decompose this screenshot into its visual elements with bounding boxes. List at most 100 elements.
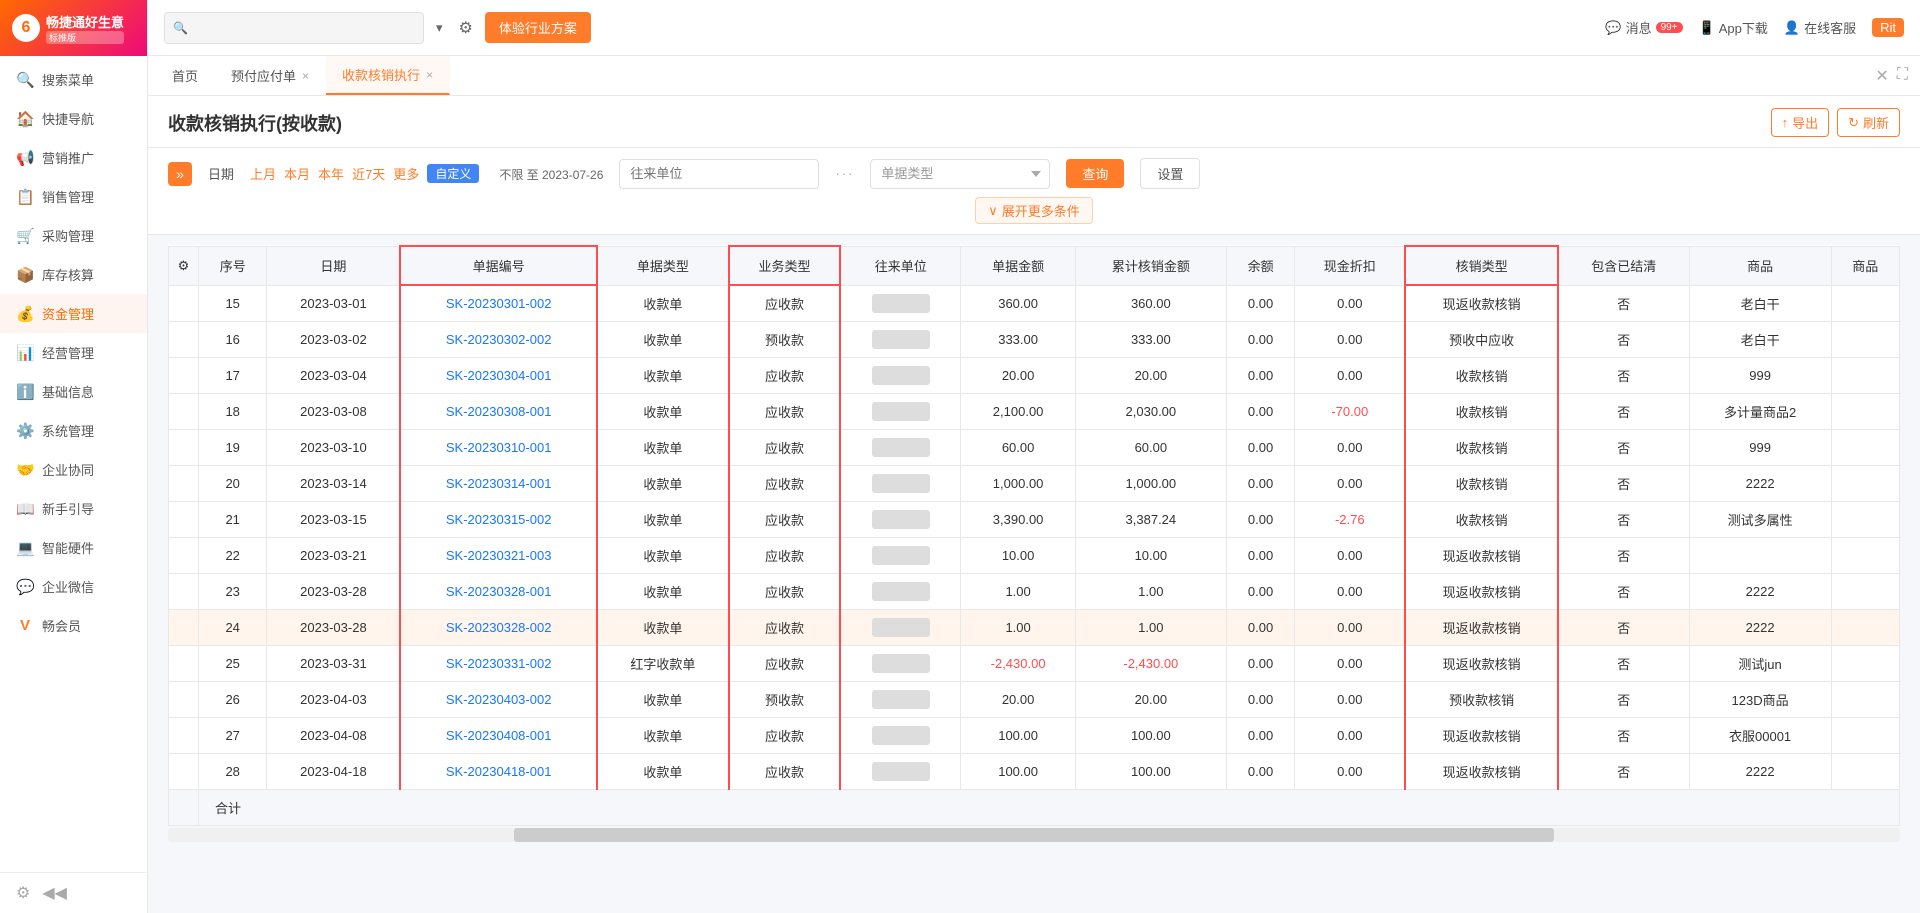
topbar-search[interactable]: 🔍 [164, 12, 424, 44]
table-row[interactable]: 21 2023-03-15 SK-20230315-002 收款单 应收款 ██… [169, 502, 1900, 538]
sidebar-item-sales[interactable]: 📋 销售管理 [0, 177, 147, 216]
expand-more-conditions-button[interactable]: ∨ 展开更多条件 [975, 197, 1093, 224]
sidebar-item-search[interactable]: 🔍 搜索菜单 [0, 60, 147, 99]
topbar-right: 💬 消息 99+ 📱 App下载 👤 在线客服 Rit [1605, 18, 1904, 37]
tab-prepay-close-icon[interactable]: × [302, 69, 309, 83]
filter-toggle-button[interactable]: » [168, 162, 192, 186]
message-icon: 💬 [1605, 20, 1621, 36]
cell-amount: 20.00 [961, 358, 1075, 394]
tab-home[interactable]: 首页 [156, 56, 215, 95]
table-row[interactable]: 20 2023-03-14 SK-20230314-001 收款单 应收款 ██… [169, 466, 1900, 502]
online-service-button[interactable]: 👤 在线客服 [1784, 18, 1856, 37]
col-biz-type: 业务类型 [729, 246, 840, 285]
table-row[interactable]: 23 2023-03-28 SK-20230328-001 收款单 应收款 ██… [169, 574, 1900, 610]
sidebar-item-inventory[interactable]: 📦 库存核算 [0, 255, 147, 294]
doc-no-link[interactable]: SK-20230314-001 [446, 476, 552, 491]
topbar-dropdown[interactable]: ▾ [436, 20, 443, 36]
industry-solution-button[interactable]: 体验行业方案 [485, 12, 591, 43]
cell-balance: 0.00 [1226, 358, 1294, 394]
query-button[interactable]: 查询 [1066, 159, 1124, 188]
col-settings[interactable]: ⚙ [169, 246, 199, 285]
doc-no-link[interactable]: SK-20230302-002 [446, 332, 552, 347]
sidebar-item-finance[interactable]: 💰 资金管理 [0, 294, 147, 333]
tab-receipt-exec[interactable]: 收款核销执行 × [326, 56, 450, 95]
cell-biz-type: 应收款 [729, 285, 840, 322]
logo-text: 畅捷通好生意 标推版 [46, 12, 124, 44]
settings-footer-icon[interactable]: ⚙ [16, 883, 30, 903]
table-row[interactable]: 25 2023-03-31 SK-20230331-002 红字收款单 应收款 … [169, 646, 1900, 682]
doc-no-link[interactable]: SK-20230418-001 [446, 764, 552, 779]
doc-no-link[interactable]: SK-20230403-002 [446, 692, 552, 707]
sidebar-item-purchase[interactable]: 🛒 采购管理 [0, 216, 147, 255]
doc-no-link[interactable]: SK-20230408-001 [446, 728, 552, 743]
app-download-button[interactable]: 📱 App下载 [1699, 18, 1768, 37]
cell-partner: ██ [840, 502, 961, 538]
filter-settings-button[interactable]: 设置 [1140, 158, 1200, 189]
cell-no: 21 [199, 502, 267, 538]
doc-no-link[interactable]: SK-20230331-002 [446, 656, 552, 671]
cell-cash-discount: 0.00 [1295, 610, 1406, 646]
cell-amount: -2,430.00 [961, 646, 1075, 682]
table-row[interactable]: 19 2023-03-10 SK-20230310-001 收款单 应收款 ██… [169, 430, 1900, 466]
tabbar: 首页 预付应付单 × 收款核销执行 × ✕ ⛶ [148, 56, 1920, 96]
close-window-icon[interactable]: ✕ [1875, 66, 1888, 86]
sidebar-item-member[interactable]: V 畅会员 [0, 606, 147, 645]
doc-no-link[interactable]: SK-20230308-001 [446, 404, 552, 419]
table-row[interactable]: 26 2023-04-03 SK-20230403-002 收款单 预收款 ██… [169, 682, 1900, 718]
doc-no-link[interactable]: SK-20230304-001 [446, 368, 552, 383]
export-button[interactable]: ↑ 导出 [1771, 108, 1830, 137]
cell-writeoff-type: 现返收款核销 [1405, 285, 1558, 322]
tab-prepay[interactable]: 预付应付单 × [215, 56, 326, 95]
table-row[interactable]: 18 2023-03-08 SK-20230308-001 收款单 应收款 ██… [169, 394, 1900, 430]
table-row[interactable]: 16 2023-03-02 SK-20230302-002 收款单 预收款 ██… [169, 322, 1900, 358]
cell-cash-discount: 0.00 [1295, 285, 1406, 322]
collapse-icon[interactable]: ◀◀ [42, 883, 67, 903]
messages-button[interactable]: 💬 消息 99+ [1605, 18, 1682, 37]
table-row[interactable]: 22 2023-03-21 SK-20230321-003 收款单 应收款 ██… [169, 538, 1900, 574]
sidebar-item-collab[interactable]: 🤝 企业协同 [0, 450, 147, 489]
cell-amount: 1,000.00 [961, 466, 1075, 502]
user-avatar[interactable]: Rit [1872, 18, 1904, 37]
doc-type-select[interactable]: 单据类型 [870, 159, 1050, 189]
sidebar-item-operation[interactable]: 📊 经营管理 [0, 333, 147, 372]
doc-no-link[interactable]: SK-20230310-001 [446, 440, 552, 455]
table-row[interactable]: 27 2023-04-08 SK-20230408-001 收款单 应收款 ██… [169, 718, 1900, 754]
gear-icon[interactable]: ⚙ [459, 18, 473, 38]
refresh-button[interactable]: ↻ 刷新 [1837, 108, 1900, 137]
cell-no: 24 [199, 610, 267, 646]
tab-receipt-exec-close-icon[interactable]: × [426, 68, 433, 82]
sidebar-item-basic[interactable]: ℹ️ 基础信息 [0, 372, 147, 411]
date-more[interactable]: 更多 [393, 164, 419, 183]
cell-doc-type: 收款单 [597, 538, 729, 574]
sidebar-item-system[interactable]: ⚙️ 系统管理 [0, 411, 147, 450]
sidebar-item-marketing[interactable]: 📢 营销推广 [0, 138, 147, 177]
doc-no-link[interactable]: SK-20230328-002 [446, 620, 552, 635]
table-row[interactable]: 24 2023-03-28 SK-20230328-002 收款单 应收款 ██… [169, 610, 1900, 646]
date-custom-button[interactable]: 自定义 [427, 164, 479, 183]
date-this-year[interactable]: 本年 [318, 164, 344, 183]
date-prev-month[interactable]: 上月 [250, 164, 276, 183]
page-title: 收款核销执行(按收款) [168, 110, 342, 136]
sidebar-item-shortcut[interactable]: 🏠 快捷导航 [0, 99, 147, 138]
logo-icon: 6 [12, 14, 40, 42]
doc-no-link[interactable]: SK-20230301-002 [446, 296, 552, 311]
col-doc-no: 单据编号 [400, 246, 596, 285]
doc-no-link[interactable]: SK-20230328-001 [446, 584, 552, 599]
table-row[interactable]: 28 2023-04-18 SK-20230418-001 收款单 应收款 ██… [169, 754, 1900, 790]
cell-goods: 老白干 [1689, 322, 1831, 358]
table-scrollbar[interactable] [168, 828, 1900, 842]
cell-doc-no: SK-20230301-002 [400, 285, 596, 322]
doc-no-link[interactable]: SK-20230315-002 [446, 512, 552, 527]
date-this-month[interactable]: 本月 [284, 164, 310, 183]
table-row[interactable]: 17 2023-03-04 SK-20230304-001 收款单 应收款 ██… [169, 358, 1900, 394]
date-7days[interactable]: 近7天 [352, 164, 385, 183]
sidebar-item-wechat[interactable]: 💬 企业微信 [0, 567, 147, 606]
cell-doc-no: SK-20230308-001 [400, 394, 596, 430]
sidebar-item-hardware[interactable]: 💻 智能硬件 [0, 528, 147, 567]
sidebar-item-guide[interactable]: 📖 新手引导 [0, 489, 147, 528]
maximize-window-icon[interactable]: ⛶ [1897, 66, 1908, 86]
cell-include-settled: 否 [1558, 538, 1689, 574]
doc-no-link[interactable]: SK-20230321-003 [446, 548, 552, 563]
table-row[interactable]: 15 2023-03-01 SK-20230301-002 收款单 应收款 ██… [169, 285, 1900, 322]
partner-input[interactable] [619, 159, 819, 189]
